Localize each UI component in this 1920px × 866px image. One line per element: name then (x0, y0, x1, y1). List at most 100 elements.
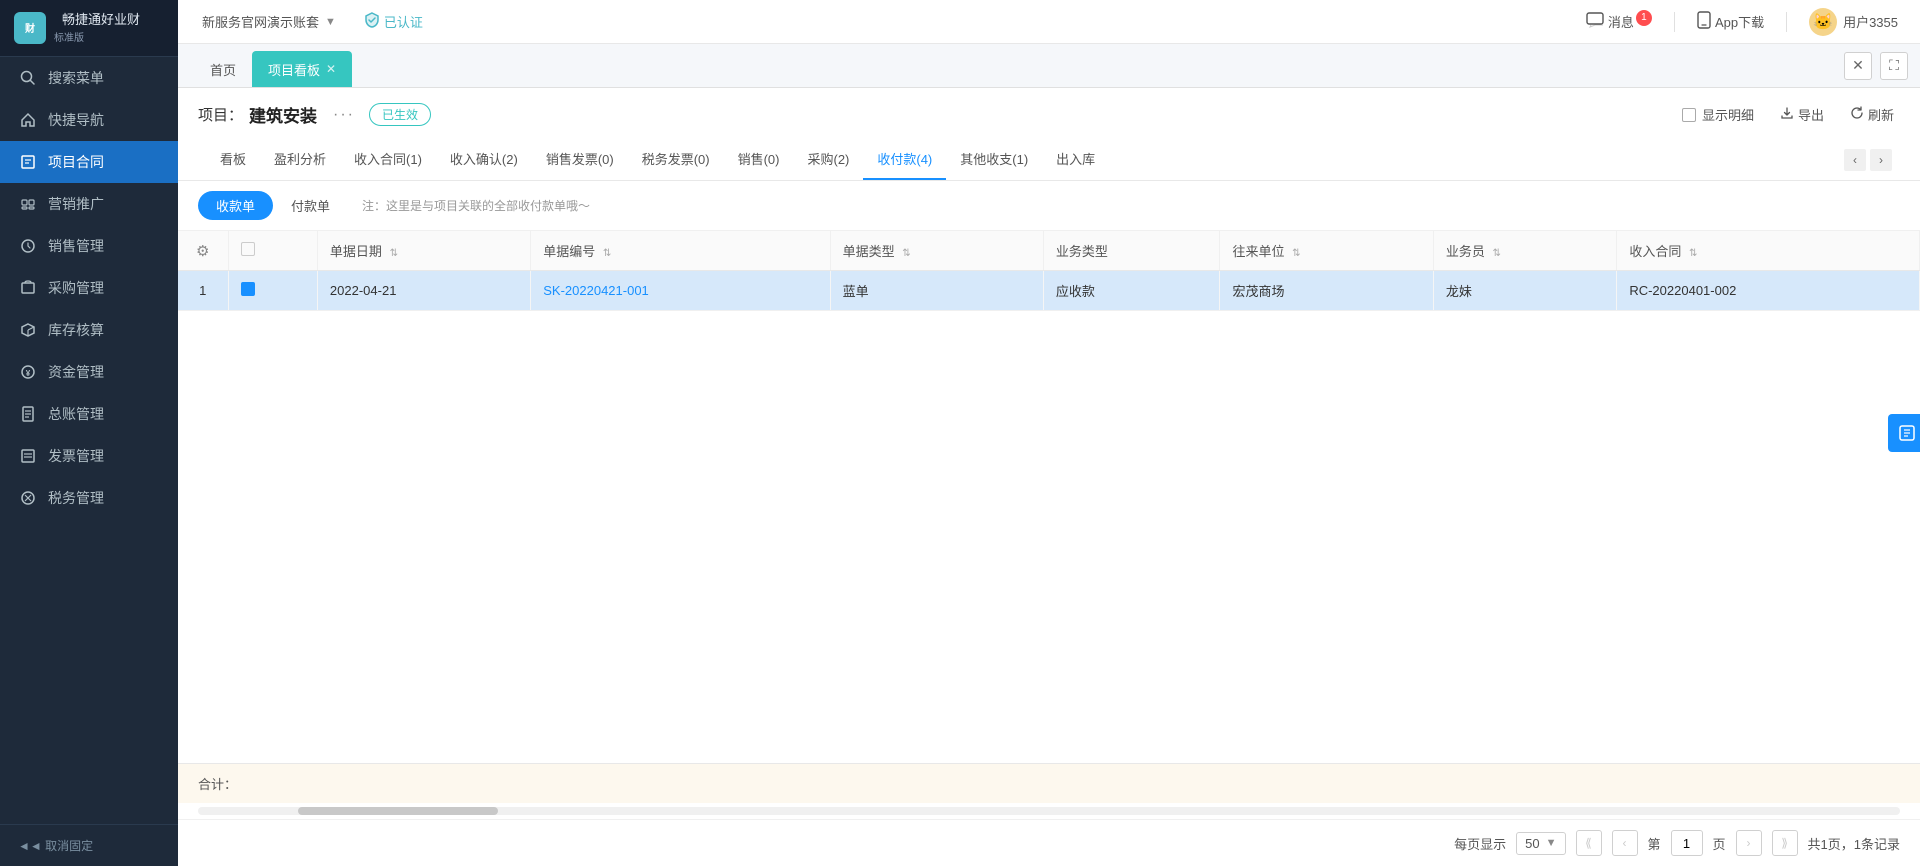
col-number-label: 单据编号 (543, 244, 595, 259)
col-salesman[interactable]: 业务员 ⇅ (1433, 231, 1617, 271)
workspace-chevron-icon: ▼ (325, 16, 336, 28)
home-icon (18, 110, 38, 130)
show-detail-checkbox[interactable] (1682, 108, 1696, 122)
sort-date-icon[interactable]: ⇅ (390, 248, 398, 259)
scrollbar-row (178, 803, 1920, 819)
subtab-board[interactable]: 看板 (206, 139, 260, 180)
page-label: 第 (1648, 834, 1661, 853)
sort-contract-icon[interactable]: ⇅ (1689, 248, 1697, 259)
tab-close-button[interactable]: ✕ (1844, 52, 1872, 80)
subtab-income-confirm[interactable]: 收入确认(2) (436, 139, 532, 180)
sidebar-item-inventory[interactable]: 库存核算 (0, 309, 178, 351)
sidebar-item-shortcut[interactable]: 快捷导航 (0, 99, 178, 141)
user-button[interactable]: 🐱 用户3355 (1803, 4, 1904, 40)
sidebar-item-tax[interactable]: 税务管理 (0, 477, 178, 519)
col-checkbox[interactable] (228, 231, 317, 271)
subtab-sales[interactable]: 销售(0) (724, 139, 794, 180)
sort-salesman-icon[interactable]: ⇅ (1492, 248, 1500, 259)
sidebar-item-search[interactable]: 搜索菜单 (0, 57, 178, 99)
sort-number-icon[interactable]: ⇅ (603, 248, 611, 259)
mobile-icon (1697, 11, 1711, 33)
subtab-tax-invoice[interactable]: 税务发票(0) (628, 139, 724, 180)
refresh-label: 刷新 (1868, 105, 1894, 124)
sidebar-item-label-marketing: 营销推广 (48, 194, 104, 214)
subtab-sales-invoice-label: 销售发票(0) (546, 152, 614, 167)
user-label: 用户3355 (1843, 12, 1898, 31)
workspace-selector[interactable]: 新服务官网演示账套 ▼ (194, 8, 344, 35)
col-gear[interactable]: ⚙ (178, 231, 228, 271)
sidebar-item-ledger[interactable]: 总账管理 (0, 393, 178, 435)
table-row[interactable]: 1 2022-04-21 SK-20220421-001 蓝单 (178, 271, 1920, 311)
cell-number[interactable]: SK-20220421-001 (531, 271, 830, 311)
per-page-label: 每页显示 (1454, 834, 1506, 853)
message-button[interactable]: 消息 1 (1580, 8, 1658, 36)
subtab-income-contract[interactable]: 收入合同(1) (340, 139, 436, 180)
gear-icon[interactable]: ⚙ (190, 242, 216, 260)
export-icon (1780, 106, 1794, 123)
col-income-contract[interactable]: 收入合同 ⇅ (1617, 231, 1920, 271)
export-button[interactable]: 导出 (1774, 102, 1830, 127)
next-page-button[interactable]: › (1736, 830, 1762, 856)
sidebar-unpin-button[interactable]: ◄◄ 取消固定 (0, 824, 178, 866)
subtab-receipt[interactable]: 收付款(4) (863, 139, 946, 180)
show-detail-toggle[interactable]: 显示明细 (1676, 102, 1760, 127)
col-partner[interactable]: 往来单位 ⇅ (1220, 231, 1433, 271)
fake-scrollbar[interactable] (198, 807, 1900, 815)
project-more-icon[interactable]: ··· (333, 106, 355, 124)
subtab-nav-prev[interactable]: ‹ (1844, 149, 1866, 171)
project-actions: 显示明细 导出 (1676, 102, 1900, 127)
tab-project-board[interactable]: 项目看板 ✕ (252, 51, 352, 87)
sidebar-item-invoice[interactable]: 发票管理 (0, 435, 178, 477)
project-prefix: 项目： (198, 104, 243, 125)
col-number[interactable]: 单据编号 ⇅ (531, 231, 830, 271)
refresh-icon (1850, 106, 1864, 123)
sidebar-item-label-search: 搜索菜单 (48, 68, 104, 88)
sidebar-item-marketing[interactable]: 营销推广 (0, 183, 178, 225)
inner-tab-payment-label: 付款单 (291, 199, 330, 214)
subtab-profit[interactable]: 盈利分析 (260, 139, 340, 180)
sort-type-icon[interactable]: ⇅ (902, 248, 910, 259)
sidebar-item-capital[interactable]: ¥ 资金管理 (0, 351, 178, 393)
row-checkbox[interactable] (241, 282, 255, 296)
subtab-sales-invoice[interactable]: 销售发票(0) (532, 139, 628, 180)
page-number-input[interactable] (1671, 830, 1703, 856)
tab-close-icon[interactable]: ✕ (326, 62, 336, 76)
prev-page-button[interactable]: ‹ (1612, 830, 1638, 856)
refresh-button[interactable]: 刷新 (1844, 102, 1900, 127)
subtab-purchase[interactable]: 采购(2) (793, 139, 863, 180)
sidebar-item-sales[interactable]: 销售管理 (0, 225, 178, 267)
col-date[interactable]: 单据日期 ⇅ (317, 231, 530, 271)
sidebar-footer-label: ◄◄ 取消固定 (18, 837, 93, 854)
cell-checkbox[interactable] (228, 271, 317, 311)
project-title-row: 项目： 建筑安装 ··· 已生效 显示明细 (198, 102, 1900, 127)
tab-home[interactable]: 首页 (194, 51, 252, 87)
inner-tab-receipt[interactable]: 收款单 (198, 191, 273, 220)
topbar-left: 新服务官网演示账套 ▼ 已认证 (194, 8, 1580, 35)
app-download-label: App下载 (1715, 12, 1764, 31)
sidebar-item-purchase[interactable]: 采购管理 (0, 267, 178, 309)
sales-icon (18, 236, 38, 256)
inner-tab-row: 收款单 付款单 注：这里是与项目关联的全部收付款单哦～ (178, 181, 1920, 231)
col-biz-type: 业务类型 (1043, 231, 1220, 271)
first-page-button[interactable]: ⟪ (1576, 830, 1602, 856)
last-page-button[interactable]: ⟫ (1772, 830, 1798, 856)
sidebar-item-label-ledger: 总账管理 (48, 404, 104, 424)
right-float-button[interactable] (1888, 414, 1920, 452)
subtab-nav-next[interactable]: › (1870, 149, 1892, 171)
subtab-other-expense[interactable]: 其他收支(1) (946, 139, 1042, 180)
header-checkbox[interactable] (241, 242, 255, 256)
page-suffix: 页 (1713, 834, 1726, 853)
col-type[interactable]: 单据类型 ⇅ (830, 231, 1043, 271)
subtab-inout[interactable]: 出入库 (1042, 139, 1109, 180)
ledger-icon (18, 404, 38, 424)
purchase-icon (18, 278, 38, 298)
sidebar-item-project[interactable]: 项目合同 (0, 141, 178, 183)
scrollbar-thumb[interactable] (298, 807, 498, 815)
per-page-select[interactable]: 50 ▼ (1516, 832, 1565, 855)
app-download-button[interactable]: App下载 (1691, 7, 1770, 37)
tab-expand-button[interactable]: ⛶ (1880, 52, 1908, 80)
row-number-link[interactable]: SK-20220421-001 (543, 283, 649, 298)
inner-tab-payment[interactable]: 付款单 (273, 191, 348, 220)
subtab-purchase-label: 采购(2) (807, 152, 849, 167)
sort-partner-icon[interactable]: ⇅ (1292, 248, 1300, 259)
